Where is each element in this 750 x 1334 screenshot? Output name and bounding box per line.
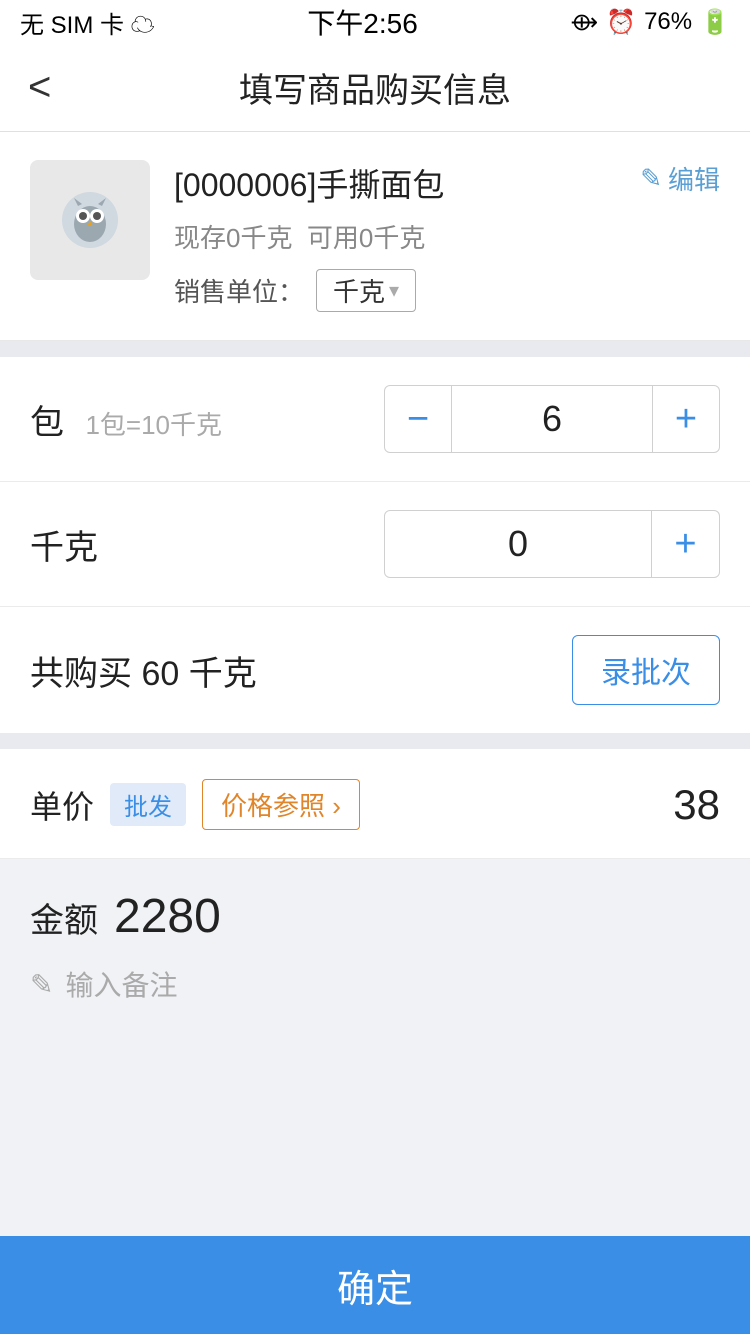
kg-controls: + — [384, 510, 720, 578]
amount-value: 2280 — [114, 889, 221, 944]
total-amount: 60 — [141, 655, 179, 693]
product-title: [0000006]手撕面包 — [174, 160, 616, 206]
battery-level: 76% — [644, 8, 692, 36]
status-time: 下午2:56 — [307, 2, 418, 42]
amount-label: 金额 — [30, 893, 98, 942]
price-section: 单价 批发 价格参照 › 38 — [0, 749, 750, 859]
note-edit-icon: ✎ — [30, 968, 53, 1001]
edit-button[interactable]: ✎ 编辑 — [640, 160, 720, 197]
unit-label: 销售单位： — [174, 272, 304, 309]
bao-minus-button[interactable]: − — [384, 385, 452, 453]
total-row: 共购买 60 千克 录批次 — [0, 607, 750, 733]
sim-status: 无 SIM 卡 ☁ — [20, 5, 155, 40]
location-icon: ⟴ — [570, 8, 598, 37]
batch-button[interactable]: 录批次 — [572, 635, 720, 705]
amount-section: 金额 2280 ✎ 输入备注 — [0, 859, 750, 1024]
product-unit-row: 销售单位： 千克 ▾ — [174, 269, 616, 312]
page-title: 填写商品购买信息 — [239, 63, 511, 112]
alarm-icon: ⏰ — [606, 8, 636, 37]
back-button[interactable]: < — [28, 65, 51, 110]
status-right: ⟴ ⏰ 76% 🔋 — [570, 8, 730, 37]
status-bar: 无 SIM 卡 ☁ 下午2:56 ⟴ ⏰ 76% 🔋 — [0, 0, 750, 44]
price-ref-button[interactable]: 价格参照 › — [202, 779, 360, 830]
separator-1 — [0, 341, 750, 357]
product-image — [30, 160, 150, 280]
product-stock: 现存0千克 可用0千克 — [174, 218, 616, 255]
product-card: [0000006]手撕面包 现存0千克 可用0千克 销售单位： 千克 ▾ ✎ 编… — [0, 132, 750, 341]
bao-controls: − + — [384, 385, 720, 453]
price-label: 单价 — [30, 782, 94, 828]
product-logo-icon — [60, 190, 120, 250]
kg-row: 千克 + — [0, 482, 750, 607]
price-tag: 批发 — [110, 783, 186, 826]
edit-icon: ✎ — [640, 163, 662, 194]
bao-hint: 1包=10千克 — [85, 410, 222, 440]
bao-plus-button[interactable]: + — [652, 385, 720, 453]
note-row[interactable]: ✎ 输入备注 — [30, 964, 720, 1024]
battery-icon: 🔋 — [700, 8, 730, 37]
kg-input[interactable] — [384, 510, 652, 578]
nav-bar: < 填写商品购买信息 — [0, 44, 750, 132]
kg-label: 千克 — [30, 520, 384, 569]
product-info: [0000006]手撕面包 现存0千克 可用0千克 销售单位： 千克 ▾ — [174, 160, 616, 312]
note-placeholder: 输入备注 — [65, 964, 177, 1004]
separator-2 — [0, 733, 750, 749]
bao-input[interactable] — [452, 385, 652, 453]
status-left: 无 SIM 卡 ☁ — [20, 5, 155, 40]
kg-plus-button[interactable]: + — [652, 510, 720, 578]
price-value: 38 — [673, 781, 720, 829]
total-text: 共购买 60 千克 — [30, 646, 257, 695]
bao-row: 包 1包=10千克 − + — [0, 357, 750, 482]
dropdown-arrow-icon: ▾ — [389, 278, 399, 303]
bao-input-section: 包 1包=10千克 − + 千克 + — [0, 357, 750, 607]
confirm-button[interactable]: 确定 — [0, 1236, 750, 1334]
bao-label: 包 1包=10千克 — [30, 395, 384, 444]
unit-selector[interactable]: 千克 ▾ — [316, 269, 416, 312]
amount-row: 金额 2280 — [30, 889, 720, 944]
bottom-spacer — [0, 1024, 750, 1144]
